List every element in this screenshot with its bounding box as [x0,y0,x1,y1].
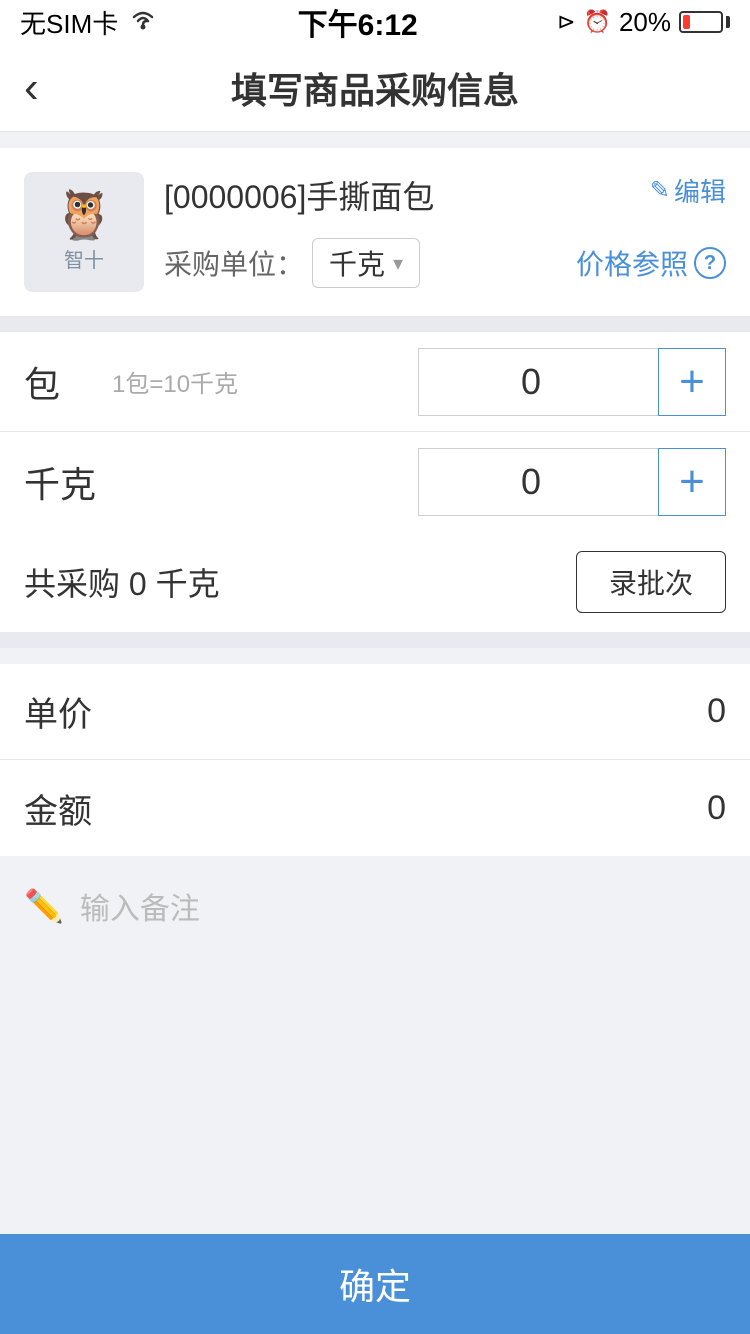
wifi-icon [128,7,158,38]
edit-button[interactable]: ✎ 编辑 [650,172,726,209]
price-ref-label: 价格参照 [576,243,688,283]
total-label: 共采购 0 千克 [24,559,220,605]
unit-price-label: 单价 [24,687,92,736]
location-icon: ⊳ [557,9,575,35]
bao-label: 包 [24,356,104,408]
product-logo: 🦉 智十 [44,202,124,262]
status-time: 下午6:12 [298,0,418,44]
input-section: 包 1包=10千克 + 千克 + [0,332,750,532]
battery-percent: 20% [619,7,671,38]
bottom-spacer [0,956,750,1256]
kg-controls: + [418,448,726,516]
kg-input-row: 千克 + [0,432,750,532]
logo-text: 智十 [64,244,104,273]
total-row: 共采购 0 千克 录批次 [0,532,750,632]
price-ref-button[interactable]: 价格参照 ? [576,243,726,283]
help-icon: ? [694,247,726,279]
note-section[interactable]: ✏️ 输入备注 [0,856,750,956]
price-section: 单价 0 金额 0 [0,664,750,856]
product-unit-row: 采购单位： 千克 ▾ 价格参照 ? [164,238,726,288]
kg-label: 千克 [24,456,104,508]
unit-value: 千克 [329,243,385,283]
section-divider-2 [0,632,750,648]
product-header: [0000006]手撕面包 ✎ 编辑 [164,172,726,218]
amount-value: 0 [707,789,726,828]
batch-button[interactable]: 录批次 [576,551,726,613]
dropdown-arrow-icon: ▾ [393,251,403,276]
section-divider-1 [0,316,750,332]
pencil-icon: ✏️ [24,887,64,925]
bao-sublabel: 1包=10千克 [112,364,418,399]
amount-label: 金额 [24,784,92,833]
nav-bar: ‹ 填写商品采购信息 [0,44,750,132]
confirm-button[interactable]: 确定 [0,1234,750,1334]
bao-input-row: 包 1包=10千克 + [0,332,750,432]
kg-quantity-input[interactable] [418,448,658,516]
bao-quantity-input[interactable] [418,348,658,416]
bao-controls: + [418,348,726,416]
bao-increment-button[interactable]: + [658,348,726,416]
unit-selector[interactable]: 千克 ▾ [312,238,420,288]
status-left: 无SIM卡 [20,4,158,41]
edit-icon: ✎ [650,176,670,205]
kg-increment-button[interactable]: + [658,448,726,516]
product-info: [0000006]手撕面包 ✎ 编辑 采购单位： 千克 ▾ 价格参照 ? [164,172,726,288]
carrier-label: 无SIM卡 [20,4,118,41]
battery-icon [679,11,730,33]
unit-label: 采购单位： [164,243,304,283]
edit-label: 编辑 [674,172,726,209]
unit-group: 采购单位： 千克 ▾ [164,238,420,288]
status-bar: 无SIM卡 下午6:12 ⊳ ⏰ 20% [0,0,750,44]
note-placeholder: 输入备注 [80,884,200,928]
product-card: 🦉 智十 [0000006]手撕面包 ✎ 编辑 采购单位： 千克 ▾ 价格参照 … [0,148,750,316]
owl-icon: 🦉 [54,192,114,240]
page-title: 填写商品采购信息 [231,62,519,114]
alarm-icon: ⏰ [584,9,611,35]
product-image: 🦉 智十 [24,172,144,292]
amount-row: 金额 0 [0,760,750,856]
unit-price-row: 单价 0 [0,664,750,760]
product-name: [0000006]手撕面包 [164,172,634,218]
unit-price-value: 0 [707,692,726,731]
back-button[interactable]: ‹ [24,66,39,110]
status-right: ⊳ ⏰ 20% [557,7,730,38]
